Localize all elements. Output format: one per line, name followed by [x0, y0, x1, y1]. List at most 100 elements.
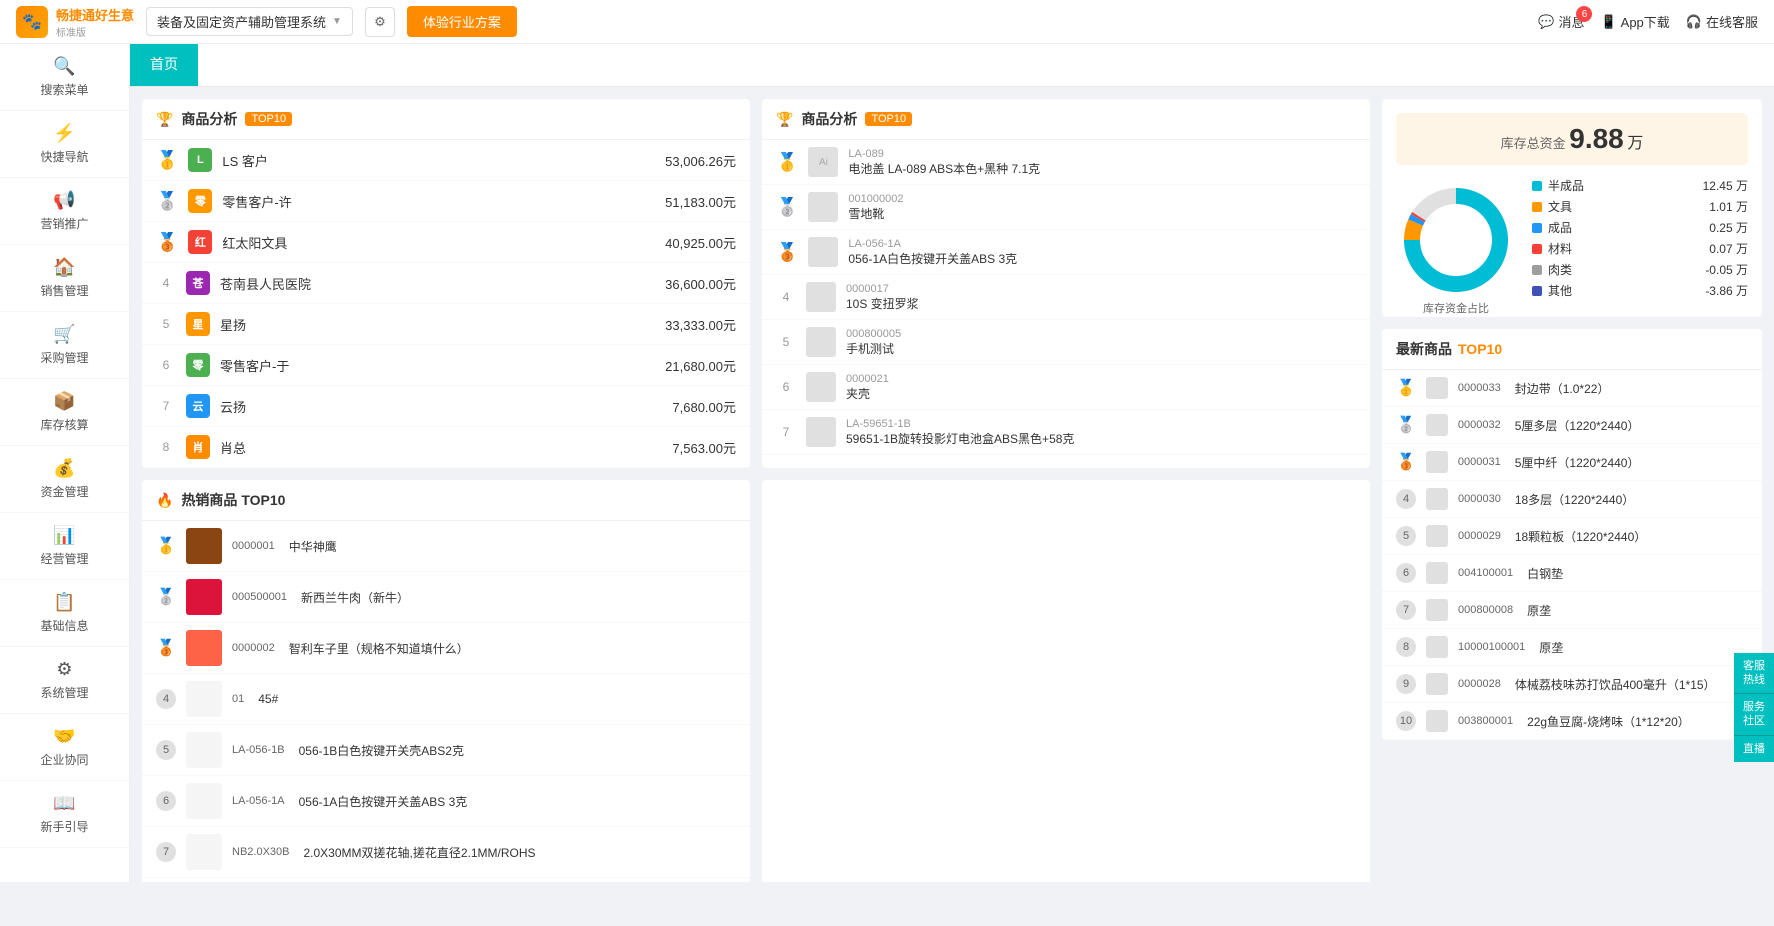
- product-item: 🥉 LA-056-1A 056-1A白色按键开关盖ABS 3克: [762, 230, 1370, 275]
- fire-icon: 🔥: [156, 492, 173, 509]
- chevron-down-icon: ▼: [332, 16, 342, 27]
- sidebar-item-system[interactable]: ⚙ 系统管理: [0, 647, 129, 714]
- book-icon: 📖: [53, 793, 75, 814]
- product-thumb: [1426, 599, 1448, 621]
- medal-bronze-icon: 🥉: [776, 242, 798, 263]
- right-panel: 库存总资金 9.88 万: [1382, 99, 1762, 882]
- product-thumb: [186, 834, 222, 870]
- product-thumb: Ai: [808, 147, 838, 177]
- hot-product-item: 7 NB2.0X30B 2.0X30MM双搓花轴,搓花直径2.1MM/ROHS: [142, 827, 750, 878]
- trophy-icon: 🏆: [776, 111, 793, 128]
- product-thumb: [808, 237, 838, 267]
- top10-item: 4 0000030 18多层（1220*2440）: [1382, 481, 1762, 518]
- customer-avatar: 肖: [186, 435, 210, 459]
- customer-ranking-header: 🏆 商品分析 TOP10: [142, 99, 750, 140]
- medal-icon: 🥇: [156, 536, 176, 556]
- sidebar-item-operation[interactable]: 📊 经营管理: [0, 513, 129, 580]
- legend-item: 其他 -3.86 万: [1532, 282, 1748, 299]
- product-thumb: [1426, 710, 1448, 732]
- system-selector[interactable]: 装备及固定资产辅助管理系统 ▼: [146, 7, 353, 36]
- customer-avatar: L: [188, 148, 212, 172]
- online-service-btn[interactable]: 🎧 在线客服: [1686, 12, 1758, 31]
- hot-products-card: 🔥 热销商品 TOP10 🥇 0000001 中华神鹰 🥈: [142, 480, 750, 882]
- live-broadcast-btn[interactable]: 直播: [1734, 736, 1774, 762]
- newest-products-list: 🥇 0000033 封边带（1.0*22） 🥈 0000032 5厘多层（122…: [1382, 370, 1762, 740]
- legend-item: 材料 0.07 万: [1532, 240, 1748, 257]
- product-item: 🥇 Ai LA-089 电池盖 LA-089 ABS本色+黑种 7.1克: [762, 140, 1370, 185]
- medal-silver-icon: 🥈: [776, 197, 798, 218]
- message-btn[interactable]: 💬 消息 6: [1538, 12, 1584, 31]
- topbar-center: 装备及固定资产辅助管理系统 ▼ ⚙ 体验行业方案: [146, 6, 1538, 37]
- product-ranking-list: 🥇 Ai LA-089 电池盖 LA-089 ABS本色+黑种 7.1克 🥈 0…: [762, 140, 1370, 455]
- placeholder-card: [762, 480, 1370, 882]
- headset-icon: 🎧: [1686, 14, 1702, 30]
- cart-icon: 🛒: [53, 324, 75, 345]
- inventory-card: 库存总资金 9.88 万: [1382, 99, 1762, 317]
- logo-text: 畅捷通好生意 标准版: [56, 5, 134, 39]
- lightning-icon: ⚡: [53, 123, 75, 144]
- product-thumb: [806, 372, 836, 402]
- hot-product-item: 4 01 45#: [142, 674, 750, 725]
- app-download-btn[interactable]: 📱 App下载: [1600, 12, 1669, 31]
- customer-service-btn[interactable]: 客服热线: [1734, 653, 1774, 695]
- sidebar-item-sales[interactable]: 🏠 销售管理: [0, 245, 129, 312]
- trial-button[interactable]: 体验行业方案: [407, 6, 517, 37]
- main-content: 首页 🏆 商品分析 TOP10 🥇 L LS 客户 53,006.26元: [130, 44, 1774, 882]
- message-icon: 💬: [1538, 14, 1554, 30]
- sidebar-item-marketing[interactable]: 📢 营销推广: [0, 178, 129, 245]
- box-icon: 📦: [53, 391, 75, 412]
- hot-product-item: 🥉 0000002 智利车子里（规格不知道填什么）: [142, 623, 750, 674]
- product-thumb: [186, 681, 222, 717]
- sidebar-item-finance[interactable]: 💰 资金管理: [0, 446, 129, 513]
- nav-tabs: 首页: [130, 44, 1774, 87]
- sidebar-label-search: 搜索菜单: [40, 81, 88, 98]
- product-thumb: [186, 579, 222, 615]
- product-ranking-header: 🏆 商品分析 TOP10: [762, 99, 1370, 140]
- customer-avatar: 零: [188, 189, 212, 213]
- handshake-icon: 🤝: [53, 726, 75, 747]
- top10-item: 5 0000029 18颗粒板（1220*2440）: [1382, 518, 1762, 555]
- list-item: 6 零 零售客户-于 21,680.00元: [142, 345, 750, 386]
- sidebar-item-company[interactable]: 🤝 企业协同: [0, 714, 129, 781]
- product-thumb: [186, 630, 222, 666]
- customer-avatar: 红: [188, 230, 212, 254]
- sidebar-item-search[interactable]: 🔍 搜索菜单: [0, 44, 129, 111]
- tab-home[interactable]: 首页: [130, 44, 198, 86]
- hot-product-item: 8 0000011 12070519-xs: [142, 878, 750, 882]
- list-item: 🥈 零 零售客户-许 51,183.00元: [142, 181, 750, 222]
- sidebar-item-purchase[interactable]: 🛒 采购管理: [0, 312, 129, 379]
- product-thumb: [806, 327, 836, 357]
- topbar: 🐾 畅捷通好生意 标准版 装备及固定资产辅助管理系统 ▼ ⚙ 体验行业方案 💬 …: [0, 0, 1774, 44]
- top10-item: 8 10000100001 原垄: [1382, 629, 1762, 666]
- top10-item: 6 004100001 白钢垫: [1382, 555, 1762, 592]
- top10-item: 🥉 0000031 5厘中纤（1220*2440）: [1382, 444, 1762, 481]
- customer-avatar: 云: [186, 394, 210, 418]
- product-thumb: [1426, 414, 1448, 436]
- newest-products-header: 最新商品 TOP10: [1382, 329, 1762, 370]
- inventory-total: 库存总资金 9.88 万: [1396, 113, 1748, 165]
- customer-avatar: 星: [186, 312, 210, 336]
- product-ranking-card: 🏆 商品分析 TOP10 🥇 Ai LA-089 电池盖 LA-089 ABS本…: [762, 99, 1370, 468]
- legend-item: 肉类 -0.05 万: [1532, 261, 1748, 278]
- product-thumb: [806, 282, 836, 312]
- product-thumb: [1426, 562, 1448, 584]
- service-community-btn[interactable]: 服务社区: [1734, 694, 1774, 736]
- logo-icon: 🐾: [16, 6, 48, 38]
- product-thumb: [1426, 488, 1448, 510]
- product-thumb: [1426, 525, 1448, 547]
- sidebar-item-basic[interactable]: 📋 基础信息: [0, 580, 129, 647]
- hot-product-item: 🥇 0000001 中华神鹰: [142, 521, 750, 572]
- product-thumb: [1426, 451, 1448, 473]
- medal-gold-icon: 🥇: [156, 150, 178, 171]
- money-icon: 💰: [53, 458, 75, 479]
- legend-item: 半成品 12.45 万: [1532, 177, 1748, 194]
- hot-product-item: 6 LA-056-1A 056-1A白色按键开关盖ABS 3克: [142, 776, 750, 827]
- sidebar-item-shortcut[interactable]: ⚡ 快捷导航: [0, 111, 129, 178]
- sidebar-item-inventory[interactable]: 📦 库存核算: [0, 379, 129, 446]
- sidebar-item-guide[interactable]: 📖 新手引导: [0, 781, 129, 848]
- product-thumb: [808, 192, 838, 222]
- gear-button[interactable]: ⚙: [365, 7, 395, 37]
- medal-silver-icon: 🥈: [156, 191, 178, 212]
- megaphone-icon: 📢: [53, 190, 75, 211]
- top10-item: 🥈 0000032 5厘多层（1220*2440）: [1382, 407, 1762, 444]
